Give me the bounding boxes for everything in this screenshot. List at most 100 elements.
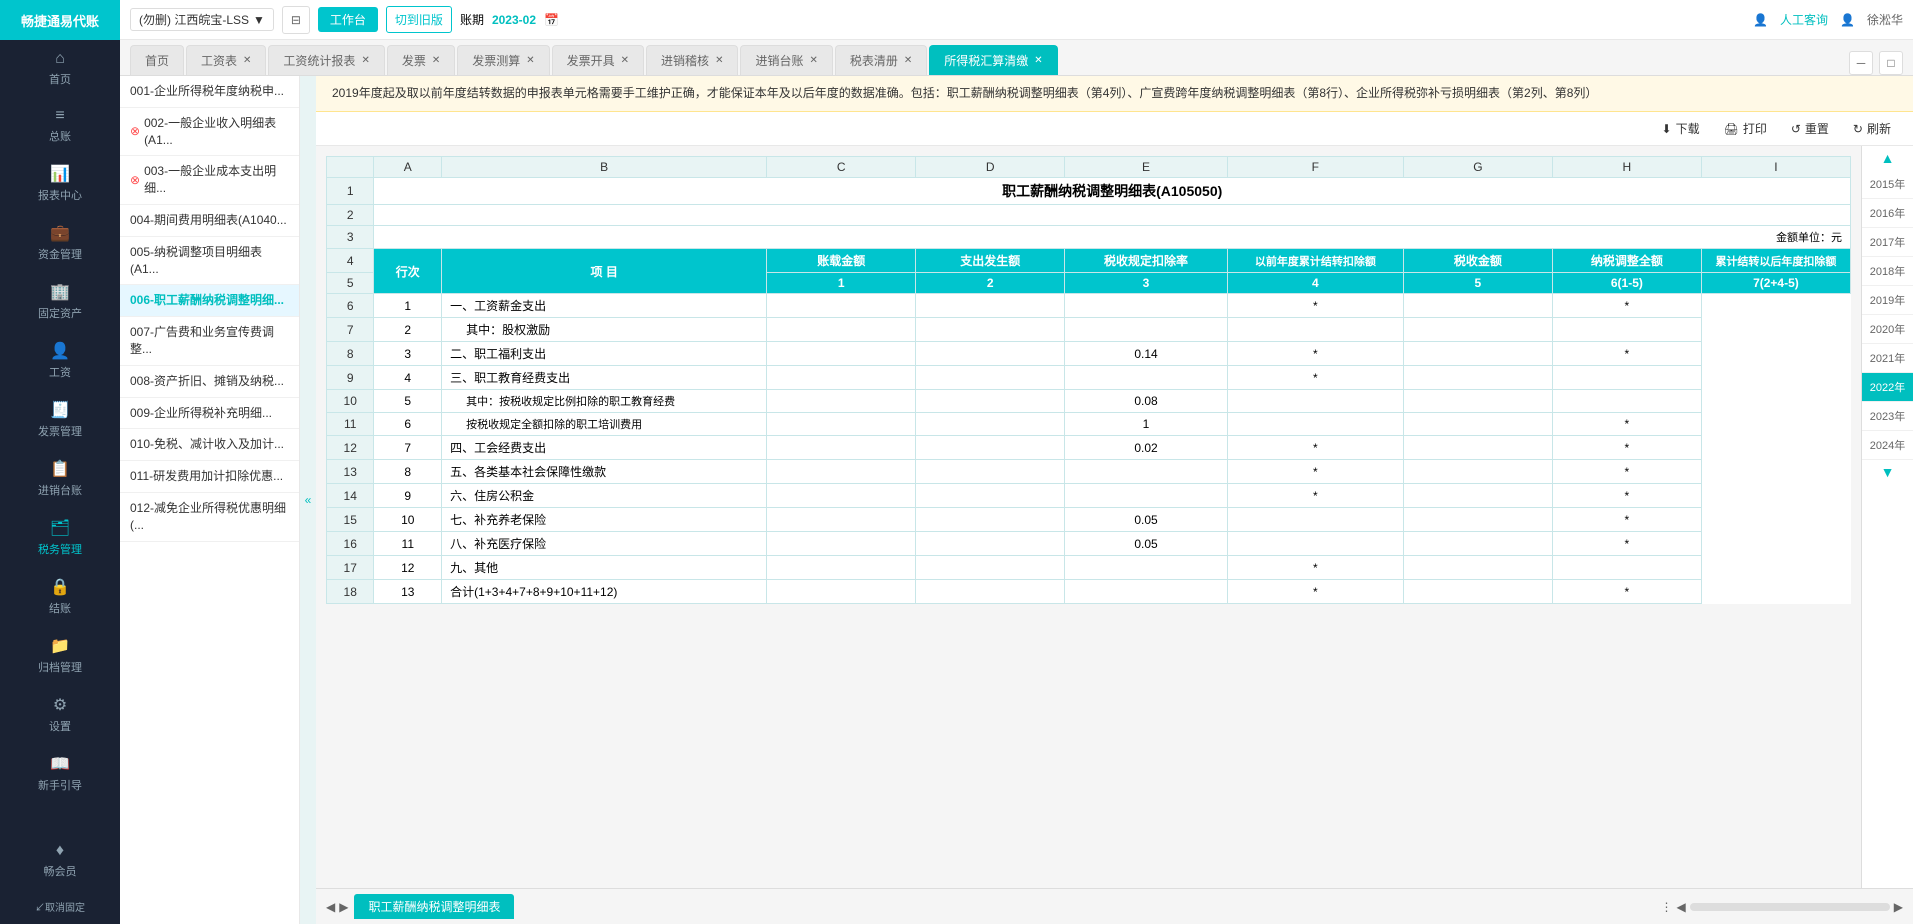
sidebar-label-asset: 资金管理 [38, 246, 82, 262]
list-item-012[interactable]: 012-减免企业所得税优惠明细(... [120, 493, 299, 542]
tab-payroll[interactable]: 工资表 ✕ [186, 45, 266, 75]
tab-maximize[interactable]: □ [1879, 51, 1903, 75]
list-item-004[interactable]: 004-期间费用明细表(A1040... [120, 205, 299, 237]
copy-button[interactable]: ⊟ [282, 6, 310, 34]
company-selector[interactable]: (勿删) 江西皖宝-LSS ▼ [130, 8, 274, 31]
tab-close-tax-forms[interactable]: ✕ [904, 55, 912, 66]
sidebar-item-archive[interactable]: 📁 归档管理 [0, 626, 120, 685]
workbench-button[interactable]: 工作台 [318, 7, 378, 32]
sidebar: 畅捷通易代账 ⌂ 首页 ≡ 总账 📊 报表中心 💼 资金管理 🏢 固定资产 👤 … [0, 0, 120, 924]
col-header-j: 累计结转以后年度扣除额 [1701, 249, 1850, 273]
year-2020[interactable]: 2020年 [1862, 315, 1913, 344]
table-row: 15 10 七、补充养老保险 0.05 * [327, 508, 1851, 532]
asset-icon: 💼 [50, 223, 70, 243]
sheet-scroll-right[interactable]: ▶ [1894, 900, 1903, 914]
table-row: 8 3 二、职工福利支出 0.14 * * [327, 342, 1851, 366]
tab-close-invoice-calc[interactable]: ✕ [526, 55, 534, 66]
refresh-button[interactable]: ↻ 刷新 [1847, 118, 1897, 139]
sheet-nav-right[interactable]: ▶ [339, 900, 348, 914]
col-header-d: 账载金额 [767, 249, 916, 273]
year-2016[interactable]: 2016年 [1862, 199, 1913, 228]
sidebar-item-sales-purchase[interactable]: 📋 进销台账 [0, 449, 120, 508]
list-item-008[interactable]: 008-资产折旧、摊销及纳税... [120, 366, 299, 398]
tabbar: 首页 工资表 ✕ 工资统计报表 ✕ 发票 ✕ 发票测算 ✕ 发票开具 ✕ 进销稽… [120, 40, 1913, 76]
tab-invoice-issue[interactable]: 发票开具 ✕ [552, 45, 644, 75]
sheet-menu-icon[interactable]: ⋮ [1661, 900, 1673, 914]
col-E: E [1065, 157, 1228, 178]
year-2015[interactable]: 2015年 [1862, 170, 1913, 199]
tab-close-income-tax[interactable]: ✕ [1034, 55, 1042, 66]
year-2022[interactable]: 2022年 [1862, 373, 1913, 402]
old-version-button[interactable]: 切到旧版 [386, 6, 452, 33]
table-row: 14 9 六、住房公积金 * * [327, 484, 1851, 508]
year-scroll-up[interactable]: ▲ [1862, 146, 1913, 170]
tab-close-invoice-issue[interactable]: ✕ [621, 55, 629, 66]
sheet-nav-left[interactable]: ◀ [326, 900, 335, 914]
download-button[interactable]: ⬇ 下载 [1656, 118, 1706, 139]
tab-tax-forms[interactable]: 税表清册 ✕ [835, 45, 927, 75]
list-item-002[interactable]: ⊗ 002-一般企业收入明细表(A1... [120, 108, 299, 157]
list-item-003[interactable]: ⊗ 003-一般企业成本支出明细... [120, 156, 299, 205]
tab-close-payroll-report[interactable]: ✕ [361, 55, 369, 66]
tab-invoice[interactable]: 发票 ✕ [387, 45, 455, 75]
sidebar-item-cancel-fixed[interactable]: ↙取消固定 [0, 889, 120, 924]
sidebar-label-home: 首页 [49, 71, 71, 87]
print-button[interactable]: 🖨 打印 [1718, 118, 1773, 139]
sidebar-label-member: 畅会员 [44, 863, 77, 879]
sidebar-item-invoice[interactable]: 🧾 发票管理 [0, 390, 120, 449]
list-item-007[interactable]: 007-广告费和业务宣传费调整... [120, 317, 299, 366]
year-2017[interactable]: 2017年 [1862, 228, 1913, 257]
table-row: 18 13 合计(1+3+4+7+8+9+10+11+12) * * [327, 580, 1851, 604]
sidebar-item-reports[interactable]: 📊 报表中心 [0, 154, 120, 213]
sidebar-item-fixed-assets[interactable]: 🏢 固定资产 [0, 272, 120, 331]
sheet-scroll-left[interactable]: ◀ [1677, 900, 1686, 914]
tab-close-payroll[interactable]: ✕ [243, 55, 251, 66]
year-scroll-down[interactable]: ▼ [1862, 460, 1913, 484]
sidebar-item-home[interactable]: ⌂ 首页 [0, 40, 120, 97]
tab-invoice-calc[interactable]: 发票测算 ✕ [457, 45, 549, 75]
tab-home[interactable]: 首页 [130, 45, 184, 75]
table-row: 11 6 按税收规定全额扣除的职工培训费用 1 * [327, 413, 1851, 436]
year-2024[interactable]: 2024年 [1862, 431, 1913, 460]
list-item-006[interactable]: 006-职工薪酬纳税调整明细... [120, 285, 299, 317]
year-2018[interactable]: 2018年 [1862, 257, 1913, 286]
sheet-tab-active[interactable]: 职工薪酬纳税调整明细表 [354, 894, 514, 919]
sidebar-item-settings[interactable]: ⚙ 设置 [0, 685, 120, 744]
year-2021[interactable]: 2021年 [1862, 344, 1913, 373]
sidebar-item-guide[interactable]: 📖 新手引导 [0, 744, 120, 803]
panel-collapse-button[interactable]: « [300, 76, 316, 924]
year-2023[interactable]: 2023年 [1862, 402, 1913, 431]
year-2019[interactable]: 2019年 [1862, 286, 1913, 315]
table-row: 2 [327, 205, 1851, 226]
list-item-009[interactable]: 009-企业所得税补充明细... [120, 398, 299, 430]
content-area: 001-企业所得税年度纳税申... ⊗ 002-一般企业收入明细表(A1... … [120, 76, 1913, 924]
list-item-001[interactable]: 001-企业所得税年度纳税申... [120, 76, 299, 108]
list-item-005[interactable]: 005-纳税调整项目明细表(A1... [120, 237, 299, 286]
sidebar-item-tax[interactable]: 🗂 税务管理 [0, 508, 120, 567]
user-name[interactable]: 徐淞华 [1867, 11, 1903, 28]
support-label[interactable]: 人工客询 [1780, 11, 1828, 28]
sidebar-item-closing[interactable]: 🔒 结账 [0, 567, 120, 626]
tab-close-invoice[interactable]: ✕ [432, 55, 440, 66]
subheader-f: 3 [1065, 273, 1228, 294]
member-icon: ♦ [56, 842, 64, 860]
table-title: 职工薪酬纳税调整明细表(A105050) [374, 178, 1851, 205]
table-row: 10 5 其中：按税收规定比例扣除的职工教育经费 0.08 [327, 390, 1851, 413]
tab-close-ledger[interactable]: ✕ [809, 55, 817, 66]
sidebar-item-payroll[interactable]: 👤 工资 [0, 331, 120, 390]
sheet-scrollbar[interactable] [1690, 903, 1890, 911]
list-item-010[interactable]: 010-免税、减计收入及加计... [120, 429, 299, 461]
table-row: 1 职工薪酬纳税调整明细表(A105050) [327, 178, 1851, 205]
sidebar-label-sales: 进销台账 [38, 482, 82, 498]
tab-ledger[interactable]: 进销台账 ✕ [740, 45, 832, 75]
tab-payroll-report[interactable]: 工资统计报表 ✕ [268, 45, 384, 75]
sidebar-item-asset-mgmt[interactable]: 💼 资金管理 [0, 213, 120, 272]
tab-close-verify[interactable]: ✕ [715, 55, 723, 66]
sidebar-item-ledger[interactable]: ≡ 总账 [0, 97, 120, 154]
reset-button[interactable]: ↺ 重置 [1785, 118, 1835, 139]
sidebar-item-member[interactable]: ♦ 畅会员 [0, 832, 120, 889]
list-item-011[interactable]: 011-研发费用加计扣除优惠... [120, 461, 299, 493]
tab-minimize[interactable]: ─ [1849, 51, 1873, 75]
tab-verify[interactable]: 进销稽核 ✕ [646, 45, 738, 75]
tab-income-tax[interactable]: 所得税汇算清缴 ✕ [929, 45, 1057, 75]
